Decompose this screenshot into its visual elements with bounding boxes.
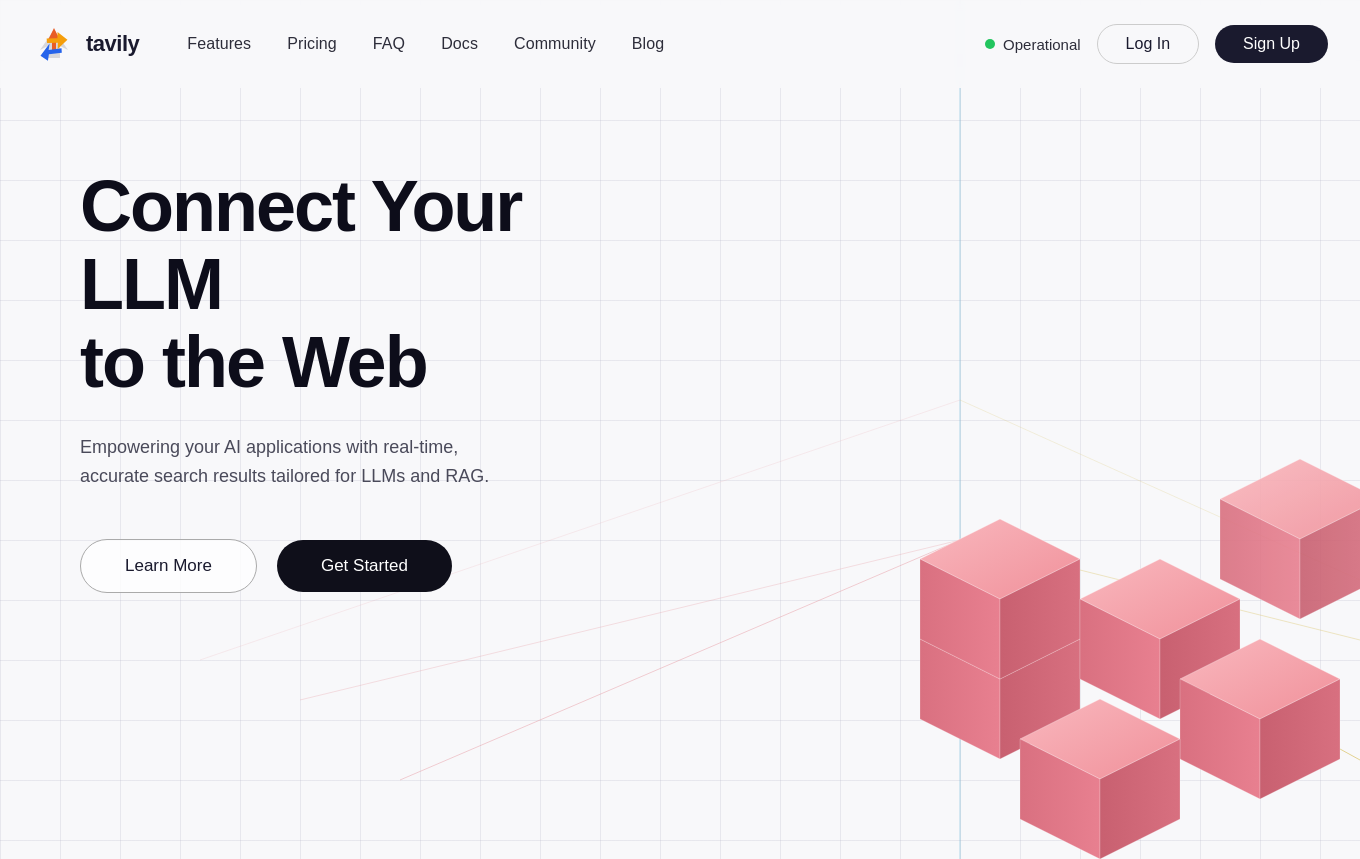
nav-link-features[interactable]: Features <box>187 35 251 52</box>
nav-link-faq[interactable]: FAQ <box>373 35 405 52</box>
hero-buttons: Learn More Get Started <box>80 539 620 593</box>
signup-button[interactable]: Sign Up <box>1215 25 1328 63</box>
nav-right: Operational Log In Sign Up <box>985 24 1328 64</box>
logo-icon <box>32 22 76 66</box>
hero-subtitle: Empowering your AI applications with rea… <box>80 433 510 491</box>
logo-link[interactable]: tavily <box>32 22 139 66</box>
status-label: Operational <box>1003 36 1081 53</box>
nav-left: tavily Features Pricing FAQ Docs Communi… <box>32 22 664 66</box>
hero-title-line1: Connect Your LLM <box>80 166 521 324</box>
hero-title-line2: to the Web <box>80 322 427 402</box>
nav-item-pricing[interactable]: Pricing <box>287 35 337 53</box>
nav-link-docs[interactable]: Docs <box>441 35 478 52</box>
nav-item-faq[interactable]: FAQ <box>373 35 405 53</box>
nav-item-features[interactable]: Features <box>187 35 251 53</box>
nav-item-docs[interactable]: Docs <box>441 35 478 53</box>
learn-more-button[interactable]: Learn More <box>80 539 257 593</box>
nav-item-blog[interactable]: Blog <box>632 35 664 53</box>
login-button[interactable]: Log In <box>1097 24 1199 64</box>
get-started-button[interactable]: Get Started <box>277 540 452 592</box>
navbar: tavily Features Pricing FAQ Docs Communi… <box>0 0 1360 88</box>
hero-section: Connect Your LLM to the Web Empowering y… <box>0 88 700 593</box>
nav-link-pricing[interactable]: Pricing <box>287 35 337 52</box>
nav-link-blog[interactable]: Blog <box>632 35 664 52</box>
nav-link-community[interactable]: Community <box>514 35 596 52</box>
hero-title: Connect Your LLM to the Web <box>80 168 620 401</box>
brand-name: tavily <box>86 31 139 57</box>
status-dot <box>985 39 995 49</box>
nav-links: Features Pricing FAQ Docs Community Blog <box>187 35 664 53</box>
status-indicator: Operational <box>985 36 1081 53</box>
nav-item-community[interactable]: Community <box>514 35 596 53</box>
